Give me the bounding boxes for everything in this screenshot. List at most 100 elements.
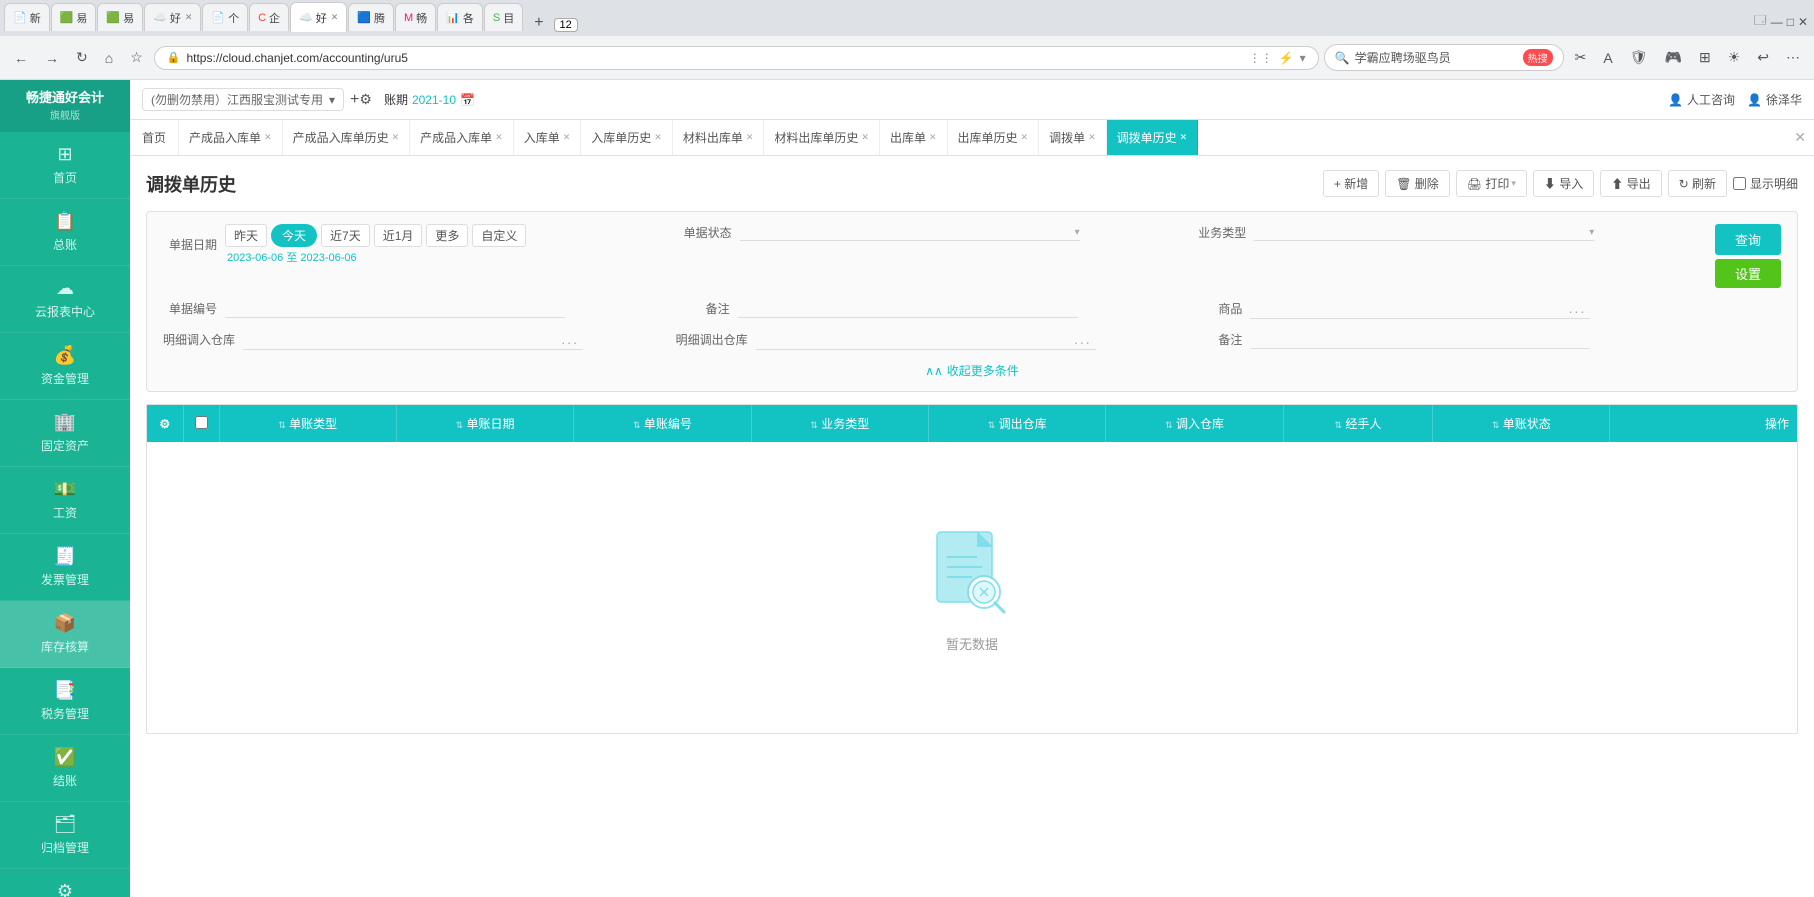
print-dropdown[interactable]: 🖨 打印 ▾ (1456, 170, 1527, 197)
collapse-filter-button[interactable]: ∧∧ 收起更多条件 (925, 362, 1019, 379)
new-tab-button[interactable]: + (528, 14, 549, 32)
theme-btn[interactable]: ☀ (1722, 45, 1747, 70)
page-tab-3[interactable]: 产成品入库单 ✕ (410, 120, 514, 156)
tab-close-icon-10[interactable]: ✕ (1088, 132, 1096, 143)
browser-tab-active[interactable]: ☁️ 好 ✕ (290, 2, 347, 32)
date-7days-btn[interactable]: 近7天 (321, 224, 370, 247)
page-tab-2[interactable]: 产成品入库单历史 ✕ (283, 120, 411, 156)
tab-close-6[interactable]: ✕ (331, 12, 339, 23)
date-today-btn[interactable]: 今天 (271, 224, 317, 247)
sidebar-item-home[interactable]: ⊞ 首页 (0, 132, 130, 199)
shield-btn[interactable]: 🛡 (1624, 45, 1654, 70)
page-tab-10[interactable]: 调拨单 ✕ (1039, 120, 1107, 156)
browser-tab[interactable]: 📊 各 (437, 3, 483, 31)
import-button[interactable]: ⬇ 导入 (1533, 170, 1594, 197)
checkbox-col-header[interactable] (183, 405, 219, 442)
voucher-no-input[interactable] (225, 299, 565, 318)
type-col-header[interactable]: ⇅ 单账类型 (219, 405, 396, 442)
sidebar-item-close[interactable]: ✅ 结账 (0, 735, 130, 802)
grid-btn[interactable]: ⊞ (1693, 45, 1717, 70)
window-maximize-button[interactable]: □ (1787, 11, 1794, 32)
browser-tab[interactable]: C 企 (249, 3, 289, 31)
sidebar-item-tax[interactable]: 📑 税务管理 (0, 668, 130, 735)
remark-input[interactable] (738, 299, 1078, 318)
page-tab-home[interactable]: 首页 (130, 120, 179, 156)
back-button[interactable]: ← (8, 46, 34, 70)
sidebar-item-assets[interactable]: 🏢 固定资产 (0, 400, 130, 467)
calendar-icon[interactable]: 📅 (460, 93, 475, 107)
tab-close-icon-8[interactable]: ✕ (929, 132, 937, 143)
query-button[interactable]: 查询 (1715, 224, 1781, 255)
remark2-input[interactable] (1250, 330, 1590, 349)
delete-button[interactable]: 🗑 删除 (1385, 170, 1450, 197)
tab-close-icon-2[interactable]: ✕ (392, 132, 400, 143)
goods-selector[interactable]: ... (1250, 298, 1590, 319)
company-selector[interactable]: (勿删勿禁用）江西服宝测试专用 ▾ (142, 88, 344, 111)
filter-settings-button[interactable]: 设置 (1715, 259, 1781, 288)
search-bar[interactable]: 🔍 学霸应聘场驱鸟员 热搜 (1324, 44, 1564, 71)
date-1month-btn[interactable]: 近1月 (374, 224, 423, 247)
address-bar[interactable]: 🔒 https://cloud.chanjet.com/accounting/u… (154, 46, 1319, 70)
handler-col-header[interactable]: ⇅ 经手人 (1283, 405, 1432, 442)
out-wh-col-header[interactable]: ⇅ 调出仓库 (929, 405, 1106, 442)
settings-icon-btn[interactable]: ⚙ (359, 91, 372, 108)
page-tab-8[interactable]: 出库单 ✕ (880, 120, 948, 156)
browser-tab[interactable]: 📄 个 (202, 3, 248, 31)
select-all-checkbox[interactable] (195, 416, 208, 429)
tab-close-icon-1[interactable]: ✕ (264, 132, 272, 143)
home-button[interactable]: ⌂ (99, 46, 119, 70)
no-col-header[interactable]: ⇅ 单账编号 (574, 405, 751, 442)
browser-tab[interactable]: ☁️ 好 ✕ (144, 3, 201, 31)
sidebar-item-inventory[interactable]: 📦 库存核算 (0, 601, 130, 668)
history-btn[interactable]: ↩ (1751, 45, 1775, 70)
user-service[interactable]: 👤 人工咨询 (1668, 91, 1735, 108)
tab-close-icon-6[interactable]: ✕ (746, 132, 754, 143)
export-button[interactable]: ⬆ 导出 (1600, 170, 1661, 197)
page-tab-6[interactable]: 材料出库单 ✕ (673, 120, 765, 156)
page-tab-1[interactable]: 产成品入库单 ✕ (179, 120, 283, 156)
browser-tab[interactable]: M 畅 (395, 3, 436, 31)
window-minimize-button[interactable]: — (1771, 11, 1783, 32)
tab-close-icon-5[interactable]: ✕ (654, 132, 662, 143)
detail-out-selector[interactable]: ... (756, 329, 1096, 350)
window-close-button[interactable]: ✕ (1798, 11, 1808, 32)
table-settings-icon[interactable]: ⚙ (159, 417, 170, 431)
settings-browser-btn[interactable]: ⋯ (1780, 45, 1806, 70)
page-tab-4[interactable]: 入库单 ✕ (514, 120, 582, 156)
biz-type-col-header[interactable]: ⇅ 业务类型 (751, 405, 928, 442)
sidebar-item-invoice[interactable]: 🧾 发票管理 (0, 534, 130, 601)
sidebar-item-finance[interactable]: 💰 资金管理 (0, 333, 130, 400)
status-col-header[interactable]: ⇅ 单账状态 (1433, 405, 1610, 442)
browser-tab[interactable]: 🟩 易 (51, 3, 97, 31)
browser-tab[interactable]: 🟦 腾 (348, 3, 394, 31)
user-avatar[interactable]: 👤 徐泽华 (1747, 91, 1802, 108)
sidebar-item-ledger[interactable]: 📋 总账 (0, 199, 130, 266)
in-wh-col-header[interactable]: ⇅ 调入仓库 (1106, 405, 1283, 442)
sidebar-item-archive[interactable]: 🗂 归档管理 (0, 802, 130, 869)
sidebar-item-basic[interactable]: ⚙ 基础设置 (0, 869, 130, 897)
page-tab-7[interactable]: 材料出库单历史 ✕ (764, 120, 880, 156)
tab-close-3[interactable]: ✕ (185, 12, 193, 23)
sidebar-item-reports[interactable]: ☁ 云报表中心 (0, 266, 130, 333)
show-detail-label[interactable]: 显示明细 (1733, 175, 1798, 192)
date-custom-btn[interactable]: 自定义 (472, 224, 526, 247)
page-tab-5[interactable]: 入库单历史 ✕ (581, 120, 673, 156)
translate-btn[interactable]: A (1597, 46, 1618, 70)
browser-tab[interactable]: S 目 (484, 3, 523, 31)
close-all-icon[interactable]: ✕ (1794, 129, 1806, 145)
window-restore-button[interactable]: 🗔 (1754, 11, 1767, 32)
bookmark-button[interactable]: ☆ (124, 45, 149, 70)
status-filter-select[interactable]: ▾ (740, 225, 1080, 241)
date-col-header[interactable]: ⇅ 单账日期 (396, 405, 573, 442)
sidebar-item-salary[interactable]: 💵 工资 (0, 467, 130, 534)
forward-button[interactable]: → (39, 46, 65, 70)
biz-type-filter-select[interactable]: ▾ (1254, 225, 1594, 241)
new-button[interactable]: + 新增 (1323, 170, 1379, 197)
page-tab-9[interactable]: 出库单历史 ✕ (948, 120, 1040, 156)
refresh-button[interactable]: ↻ 刷新 (1668, 170, 1727, 197)
page-tab-11-active[interactable]: 调拨单历史 ✕ (1107, 120, 1199, 156)
tab-close-icon-4[interactable]: ✕ (563, 132, 571, 143)
settings-col-header[interactable]: ⚙ (147, 405, 183, 442)
browser-tab[interactable]: 📄 新 (4, 3, 50, 31)
game-btn[interactable]: 🎮 (1659, 45, 1688, 70)
